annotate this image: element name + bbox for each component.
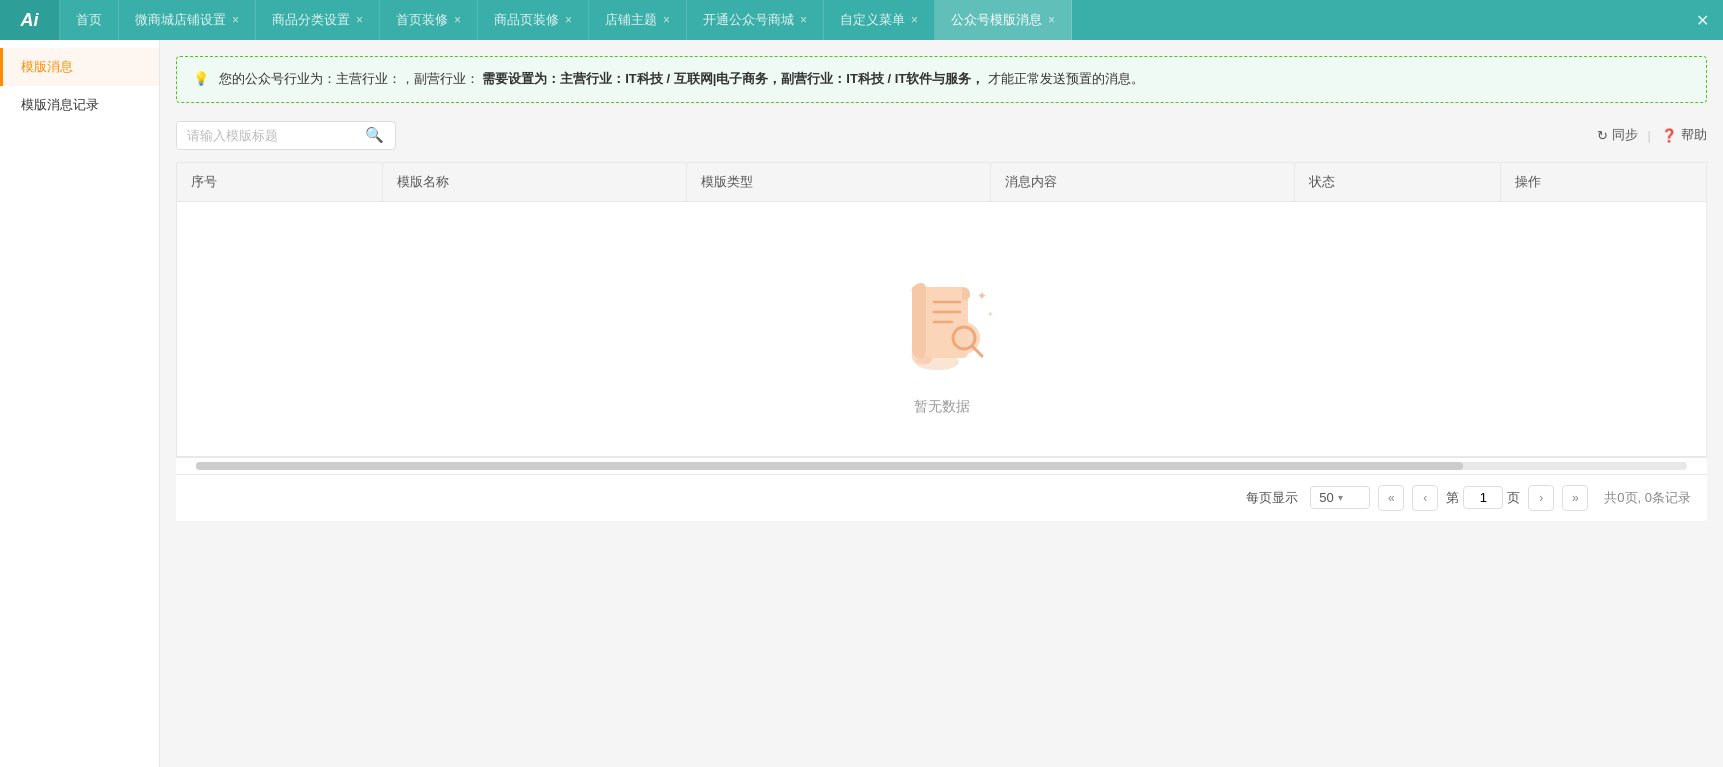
- tab-close-template-msg[interactable]: ×: [1048, 14, 1055, 26]
- per-page-value: 50: [1319, 490, 1333, 505]
- table-col-content: 消息内容: [990, 162, 1294, 201]
- sync-icon: ↻: [1597, 128, 1608, 143]
- app-logo: Ai: [0, 0, 60, 40]
- per-page-select[interactable]: 50 ▾: [1310, 486, 1370, 509]
- tab-home[interactable]: 首页: [60, 0, 119, 40]
- content-area: 💡 您的公众号行业为：主营行业：，副营行业： 需要设置为：主营行业：IT科技 /…: [160, 40, 1723, 767]
- tab-shop-theme[interactable]: 店铺主题×: [589, 0, 687, 40]
- tab-open-mall[interactable]: 开通公众号商城×: [687, 0, 824, 40]
- tab-close-custom-menu[interactable]: ×: [911, 14, 918, 26]
- sidebar-item-template-record[interactable]: 模版消息记录: [0, 86, 159, 124]
- svg-line-6: [973, 347, 982, 356]
- table-col-name: 模版名称: [383, 162, 687, 201]
- tab-close-shop-settings[interactable]: ×: [232, 14, 239, 26]
- tab-close-shop-theme[interactable]: ×: [663, 14, 670, 26]
- tab-custom-menu[interactable]: 自定义菜单×: [824, 0, 935, 40]
- sidebar: 模版消息模版消息记录: [0, 40, 160, 767]
- toolbar-divider: |: [1648, 128, 1651, 143]
- tab-template-msg[interactable]: 公众号模版消息×: [935, 0, 1072, 40]
- notice-box: 💡 您的公众号行业为：主营行业：，副营行业： 需要设置为：主营行业：IT科技 /…: [176, 56, 1707, 103]
- tab-home-decoration[interactable]: 首页装修×: [380, 0, 478, 40]
- page-input-wrap: 第 页: [1446, 486, 1520, 509]
- per-page-dropdown-icon: ▾: [1338, 492, 1343, 503]
- table-col-action: 操作: [1500, 162, 1706, 201]
- notice-suffix: 才能正常发送预置的消息。: [988, 71, 1144, 86]
- tab-category-settings[interactable]: 商品分类设置×: [256, 0, 380, 40]
- tab-close-home-decoration[interactable]: ×: [454, 14, 461, 26]
- help-button[interactable]: ❓ 帮助: [1661, 126, 1707, 144]
- page-input[interactable]: [1463, 486, 1503, 509]
- page-label: 第: [1446, 489, 1459, 507]
- scroll-track: [196, 462, 1687, 470]
- scroll-thumb: [196, 462, 1463, 470]
- search-row: 🔍 ↻ 同步 | ❓ 帮助: [176, 121, 1707, 150]
- next-page-button[interactable]: ›: [1528, 485, 1554, 511]
- table-col-status: 状态: [1294, 162, 1500, 201]
- first-page-button[interactable]: «: [1378, 485, 1404, 511]
- tab-shop-settings[interactable]: 微商城店铺设置×: [119, 0, 256, 40]
- notice-highlight: 需要设置为：主营行业：IT科技 / 互联网|电子商务，副营行业：IT科技 / I…: [482, 71, 984, 86]
- table-col-index: 序号: [177, 162, 383, 201]
- main-layout: 模版消息模版消息记录 💡 您的公众号行业为：主营行业：，副营行业： 需要设置为：…: [0, 40, 1723, 767]
- tab-bar: Ai 首页微商城店铺设置×商品分类设置×首页装修×商品页装修×店铺主题×开通公众…: [0, 0, 1723, 40]
- svg-text:✦: ✦: [987, 310, 994, 319]
- tab-close-category-settings[interactable]: ×: [356, 14, 363, 26]
- toolbar-right: ↻ 同步 | ❓ 帮助: [1597, 126, 1707, 144]
- help-label: 帮助: [1681, 126, 1707, 144]
- empty-state: ✦ ✦ 暂无数据: [177, 202, 1706, 456]
- data-table: 序号模版名称模版类型消息内容状态操作: [176, 162, 1707, 457]
- last-page-button[interactable]: »: [1562, 485, 1588, 511]
- per-page-label: 每页显示: [1246, 489, 1298, 507]
- notice-prefix: 您的公众号行业为：主营行业：，副营行业：: [219, 71, 479, 86]
- tab-close-product-decoration[interactable]: ×: [565, 14, 572, 26]
- total-info: 共0页, 0条记录: [1604, 489, 1691, 507]
- tab-close-open-mall[interactable]: ×: [800, 14, 807, 26]
- window-close-button[interactable]: ✕: [1682, 0, 1723, 40]
- sync-label: 同步: [1612, 126, 1638, 144]
- search-input-wrap: 🔍: [176, 121, 396, 150]
- help-icon: ❓: [1661, 128, 1677, 143]
- page-suffix: 页: [1507, 489, 1520, 507]
- empty-text: 暂无数据: [914, 398, 970, 416]
- sidebar-item-template-message[interactable]: 模版消息: [0, 48, 159, 86]
- scroll-bar-area: [176, 457, 1707, 474]
- sync-button[interactable]: ↻ 同步: [1597, 126, 1638, 144]
- prev-page-button[interactable]: ‹: [1412, 485, 1438, 511]
- empty-illustration: ✦ ✦: [882, 262, 1002, 382]
- table-col-type: 模版类型: [687, 162, 991, 201]
- search-input[interactable]: [177, 122, 357, 149]
- svg-text:✦: ✦: [977, 289, 987, 303]
- notice-icon: 💡: [193, 71, 209, 86]
- pagination-row: 每页显示 50 ▾ « ‹ 第 页 › » 共0页, 0条记录: [176, 474, 1707, 521]
- tab-product-decoration[interactable]: 商品页装修×: [478, 0, 589, 40]
- search-button[interactable]: 🔍: [357, 126, 392, 144]
